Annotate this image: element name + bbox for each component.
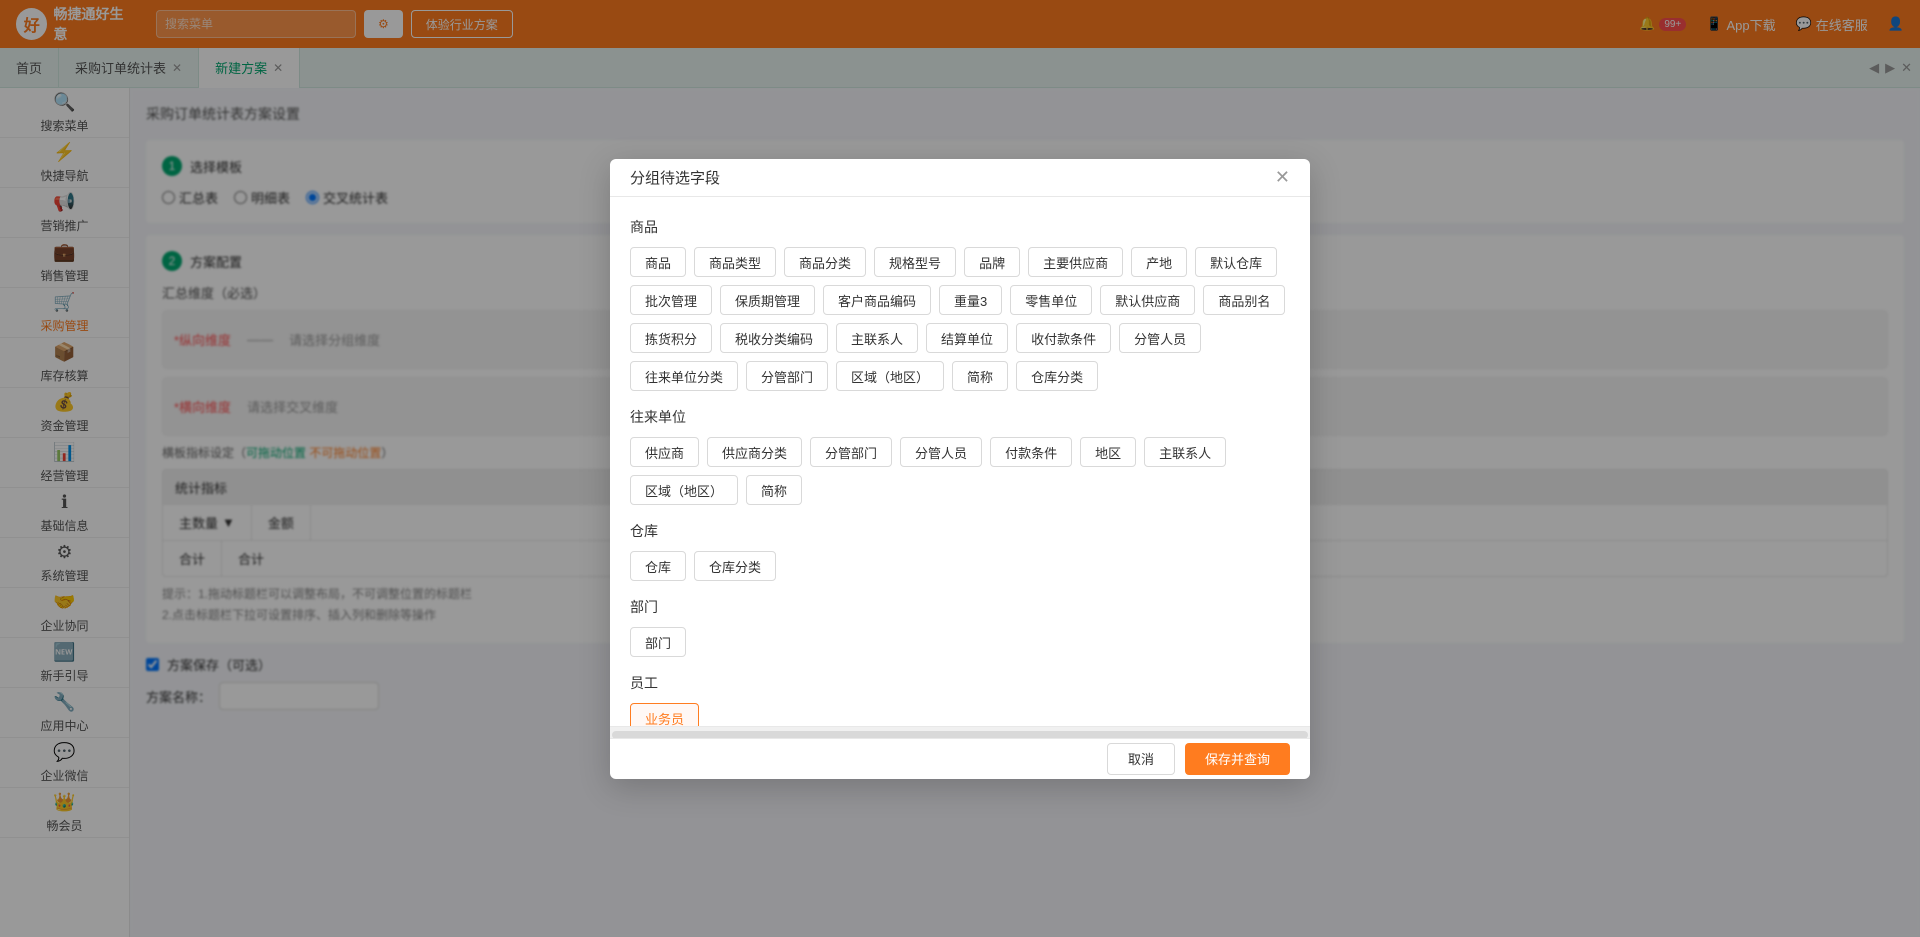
field-tag[interactable]: 收付款条件 — [1016, 323, 1111, 353]
section-title-employee: 员工 — [630, 673, 1290, 693]
field-tag[interactable]: 保质期管理 — [720, 285, 815, 315]
field-tag[interactable]: 部门 — [630, 627, 686, 657]
field-tag[interactable]: 拣货积分 — [630, 323, 712, 353]
field-tag[interactable]: 品牌 — [964, 247, 1020, 277]
field-tag[interactable]: 区域（地区） — [630, 475, 738, 505]
section-title-dept: 部门 — [630, 597, 1290, 617]
fields-warehouse: 仓库 仓库分类 — [630, 551, 1290, 581]
field-tag[interactable]: 商品 — [630, 247, 686, 277]
field-tag[interactable]: 分管部门 — [810, 437, 892, 467]
field-tag[interactable]: 零售单位 — [1010, 285, 1092, 315]
field-tag[interactable]: 简称 — [952, 361, 1008, 391]
fields-goods: 商品 商品类型 商品分类 规格型号 品牌 主要供应商 产地 默认仓库 批次管理 … — [630, 247, 1290, 391]
field-tag[interactable]: 重量3 — [939, 285, 1002, 315]
field-tag[interactable]: 区域（地区） — [836, 361, 944, 391]
dialog-body: 商品 商品 商品类型 商品分类 规格型号 品牌 主要供应商 产地 默认仓库 批次… — [610, 197, 1310, 726]
dialog-title: 分组待选字段 — [630, 167, 720, 188]
dialog-footer: 取消 保存并查询 — [610, 738, 1310, 778]
field-tag[interactable]: 主联系人 — [836, 323, 918, 353]
field-tag-business[interactable]: 业务员 — [630, 703, 699, 726]
field-tag[interactable]: 客户商品编码 — [823, 285, 931, 315]
field-tag[interactable]: 分管人员 — [900, 437, 982, 467]
cancel-button[interactable]: 取消 — [1107, 743, 1175, 775]
field-tag[interactable]: 商品分类 — [784, 247, 866, 277]
field-tag[interactable]: 税收分类编码 — [720, 323, 828, 353]
field-tag[interactable]: 规格型号 — [874, 247, 956, 277]
field-tag[interactable]: 主要供应商 — [1028, 247, 1123, 277]
dialog-close-btn[interactable]: ✕ — [1275, 167, 1290, 188]
field-select-dialog: 分组待选字段 ✕ 商品 商品 商品类型 商品分类 规格型号 品牌 主要供应商 产… — [610, 159, 1310, 779]
field-tag[interactable]: 产地 — [1131, 247, 1187, 277]
field-tag[interactable]: 供应商分类 — [707, 437, 802, 467]
field-tag[interactable]: 付款条件 — [990, 437, 1072, 467]
field-tag[interactable]: 商品类型 — [694, 247, 776, 277]
section-title-partner: 往来单位 — [630, 407, 1290, 427]
field-tag[interactable]: 默认仓库 — [1195, 247, 1277, 277]
save-query-button[interactable]: 保存并查询 — [1185, 743, 1290, 775]
fields-employee: 业务员 — [630, 703, 1290, 726]
section-title-warehouse: 仓库 — [630, 521, 1290, 541]
field-tag[interactable]: 仓库分类 — [694, 551, 776, 581]
field-tag[interactable]: 分管部门 — [746, 361, 828, 391]
field-tag[interactable]: 简称 — [746, 475, 802, 505]
field-tag[interactable]: 供应商 — [630, 437, 699, 467]
field-tag[interactable]: 仓库分类 — [1016, 361, 1098, 391]
field-tag[interactable]: 默认供应商 — [1100, 285, 1195, 315]
field-tag[interactable]: 批次管理 — [630, 285, 712, 315]
dialog-overlay: 分组待选字段 ✕ 商品 商品 商品类型 商品分类 规格型号 品牌 主要供应商 产… — [0, 0, 1920, 937]
field-tag[interactable]: 结算单位 — [926, 323, 1008, 353]
field-tag[interactable]: 往来单位分类 — [630, 361, 738, 391]
dialog-header: 分组待选字段 ✕ — [610, 159, 1310, 198]
fields-dept: 部门 — [630, 627, 1290, 657]
field-tag[interactable]: 仓库 — [630, 551, 686, 581]
fields-partner: 供应商 供应商分类 分管部门 分管人员 付款条件 地区 主联系人 区域（地区） … — [630, 437, 1290, 505]
field-tag[interactable]: 主联系人 — [1144, 437, 1226, 467]
section-title-goods: 商品 — [630, 217, 1290, 237]
field-tag[interactable]: 地区 — [1080, 437, 1136, 467]
field-tag[interactable]: 商品别名 — [1203, 285, 1285, 315]
dialog-scroll-bottom[interactable] — [610, 726, 1310, 739]
field-tag[interactable]: 分管人员 — [1119, 323, 1201, 353]
